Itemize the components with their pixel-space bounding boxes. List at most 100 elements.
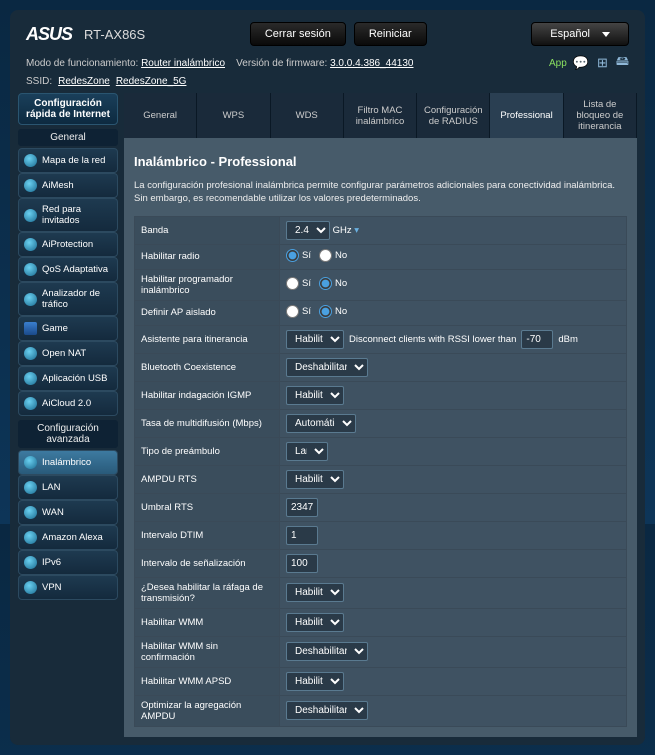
menu-icon bbox=[24, 531, 37, 544]
sidebar-label: Aplicación USB bbox=[42, 373, 107, 384]
row-bt-label: Bluetooth Coexistence bbox=[135, 353, 280, 381]
sidebar-label: AiCloud 2.0 bbox=[42, 398, 91, 409]
sched-no[interactable] bbox=[319, 277, 332, 290]
row-beacon-label: Intervalo de señalización bbox=[135, 549, 280, 577]
logout-button[interactable]: Cerrar sesión bbox=[250, 22, 346, 46]
menu-icon bbox=[24, 263, 37, 276]
usb-icon[interactable]: 🖴 bbox=[616, 52, 629, 74]
app-link[interactable]: App bbox=[549, 58, 567, 69]
txburst-select[interactable]: Habilitar bbox=[286, 583, 344, 602]
radio-yes[interactable] bbox=[286, 249, 299, 262]
sidebar-label: Open NAT bbox=[42, 348, 86, 359]
row-rts-label: Umbral RTS bbox=[135, 493, 280, 521]
fw-link[interactable]: 3.0.0.4.386_44130 bbox=[330, 58, 413, 69]
ssid1-link[interactable]: RedesZone bbox=[58, 76, 110, 87]
sidebar-item-qos-adaptativa[interactable]: QoS Adaptativa bbox=[18, 257, 118, 282]
row-txburst-label: ¿Desea habilitar la ráfaga de transmisió… bbox=[135, 577, 280, 608]
sidebar-label: IPv6 bbox=[42, 557, 61, 568]
sidebar-label: Analizador de tráfico bbox=[42, 288, 112, 310]
igmp-select[interactable]: Habilitar bbox=[286, 386, 344, 405]
panel-desc: La configuración profesional inalámbrica… bbox=[134, 179, 627, 206]
roam-select[interactable]: Habilitar bbox=[286, 330, 344, 349]
netmap-icon[interactable]: ⊞ bbox=[597, 55, 608, 71]
sidebar-label: Mapa de la red bbox=[42, 155, 105, 166]
wmmapsd-select[interactable]: Habilitar bbox=[286, 672, 344, 691]
tab-wds[interactable]: WDS bbox=[271, 93, 344, 138]
sidebar-item-wan[interactable]: WAN bbox=[18, 500, 118, 525]
sidebar-item-open-nat[interactable]: Open NAT bbox=[18, 341, 118, 366]
chevron-down-icon bbox=[602, 32, 610, 37]
feedback-icon[interactable]: 💬 bbox=[573, 55, 589, 71]
sidebar-item-aimesh[interactable]: AiMesh bbox=[18, 173, 118, 198]
row-wmmna-label: Habilitar WMM sin confirmación bbox=[135, 636, 280, 667]
sched-yes[interactable] bbox=[286, 277, 299, 290]
menu-icon bbox=[24, 481, 37, 494]
row-radio-label: Habilitar radio bbox=[135, 244, 280, 269]
sidebar-item-ipv6[interactable]: IPv6 bbox=[18, 550, 118, 575]
language-selector[interactable]: Español bbox=[531, 22, 629, 46]
sidebar-label: Inalámbrico bbox=[42, 457, 91, 468]
menu-icon bbox=[24, 581, 37, 594]
sidebar-item-red-para-invitados[interactable]: Red para invitados bbox=[18, 198, 118, 232]
tab-configuración-de-radius[interactable]: Configuración de RADIUS bbox=[417, 93, 490, 138]
tab-professional[interactable]: Professional bbox=[490, 93, 563, 138]
row-apiso-label: Definir AP aislado bbox=[135, 300, 280, 325]
sidebar-label: VPN bbox=[42, 582, 62, 593]
row-wmmapsd-label: Habilitar WMM APSD bbox=[135, 667, 280, 695]
row-preamble-label: Tipo de preámbulo bbox=[135, 437, 280, 465]
wmm-select[interactable]: Habilitar bbox=[286, 613, 344, 632]
menu-icon bbox=[24, 556, 37, 569]
sidebar-label: WAN bbox=[42, 507, 64, 518]
menu-icon bbox=[24, 397, 37, 410]
row-ampdurts-label: AMPDU RTS bbox=[135, 465, 280, 493]
reboot-button[interactable]: Reiniciar bbox=[354, 22, 427, 46]
menu-icon bbox=[24, 154, 37, 167]
sidebar-item-vpn[interactable]: VPN bbox=[18, 575, 118, 600]
sidebar-item-aicloud-2.0[interactable]: AiCloud 2.0 bbox=[18, 391, 118, 416]
tab-lista-de-bloqueo-de-itinerancia[interactable]: Lista de bloqueo de itinerancia bbox=[564, 93, 637, 138]
tab-wps[interactable]: WPS bbox=[197, 93, 270, 138]
wmmna-select[interactable]: Deshabilitar bbox=[286, 642, 368, 661]
sidebar-item-inalámbrico[interactable]: Inalámbrico bbox=[18, 450, 118, 475]
row-mcast-label: Tasa de multidifusión (Mbps) bbox=[135, 409, 280, 437]
ampduopt-select[interactable]: Deshabilitar bbox=[286, 701, 368, 720]
roam-text1: Disconnect clients with RSSI lower than bbox=[349, 334, 516, 345]
tab-filtro-mac-inalámbrico[interactable]: Filtro MAC inalámbrico bbox=[344, 93, 417, 138]
mode-link[interactable]: Router inalámbrico bbox=[141, 58, 225, 69]
section-general: General bbox=[18, 129, 118, 146]
brand-logo: ASUS bbox=[26, 24, 72, 45]
menu-icon bbox=[24, 179, 37, 192]
apiso-yes[interactable] bbox=[286, 305, 299, 318]
mode-label: Modo de funcionamiento: bbox=[26, 58, 138, 69]
menu-icon bbox=[24, 456, 37, 469]
mcast-select[interactable]: Automático bbox=[286, 414, 356, 433]
radio-no[interactable] bbox=[319, 249, 332, 262]
band-select[interactable]: 2.4 bbox=[286, 221, 330, 240]
row-igmp-label: Habilitar indagación IGMP bbox=[135, 381, 280, 409]
sidebar-item-mapa-de-la-red[interactable]: Mapa de la red bbox=[18, 148, 118, 173]
band-unit: GHz bbox=[333, 225, 352, 236]
ampdurts-select[interactable]: Habilitar bbox=[286, 470, 344, 489]
fw-label: Versión de firmware: bbox=[236, 58, 327, 69]
sidebar-item-amazon-alexa[interactable]: Amazon Alexa bbox=[18, 525, 118, 550]
sidebar-label: Red para invitados bbox=[42, 204, 112, 226]
preamble-select[interactable]: Largo bbox=[286, 442, 328, 461]
rts-input[interactable] bbox=[286, 498, 318, 517]
sidebar-item-analizador-de-tráfico[interactable]: Analizador de tráfico bbox=[18, 282, 118, 316]
model-label: RT-AX86S bbox=[84, 27, 145, 42]
ssid2-link[interactable]: RedesZone_5G bbox=[116, 76, 187, 87]
dtim-input[interactable] bbox=[286, 526, 318, 545]
sidebar-item-aiprotection[interactable]: AiProtection bbox=[18, 232, 118, 257]
sidebar-item-lan[interactable]: LAN bbox=[18, 475, 118, 500]
menu-icon bbox=[24, 209, 37, 222]
beacon-input[interactable] bbox=[286, 554, 318, 573]
quick-setup-button[interactable]: Configuración rápida de Internet bbox=[18, 93, 118, 125]
bt-select[interactable]: Deshabilitar bbox=[286, 358, 368, 377]
roam-text2: dBm bbox=[558, 334, 578, 345]
apiso-no[interactable] bbox=[319, 305, 332, 318]
menu-icon bbox=[24, 322, 37, 335]
tab-general[interactable]: General bbox=[124, 93, 197, 138]
sidebar-item-game[interactable]: Game bbox=[18, 316, 118, 341]
sidebar-item-aplicación-usb[interactable]: Aplicación USB bbox=[18, 366, 118, 391]
rssi-input[interactable] bbox=[521, 330, 553, 349]
